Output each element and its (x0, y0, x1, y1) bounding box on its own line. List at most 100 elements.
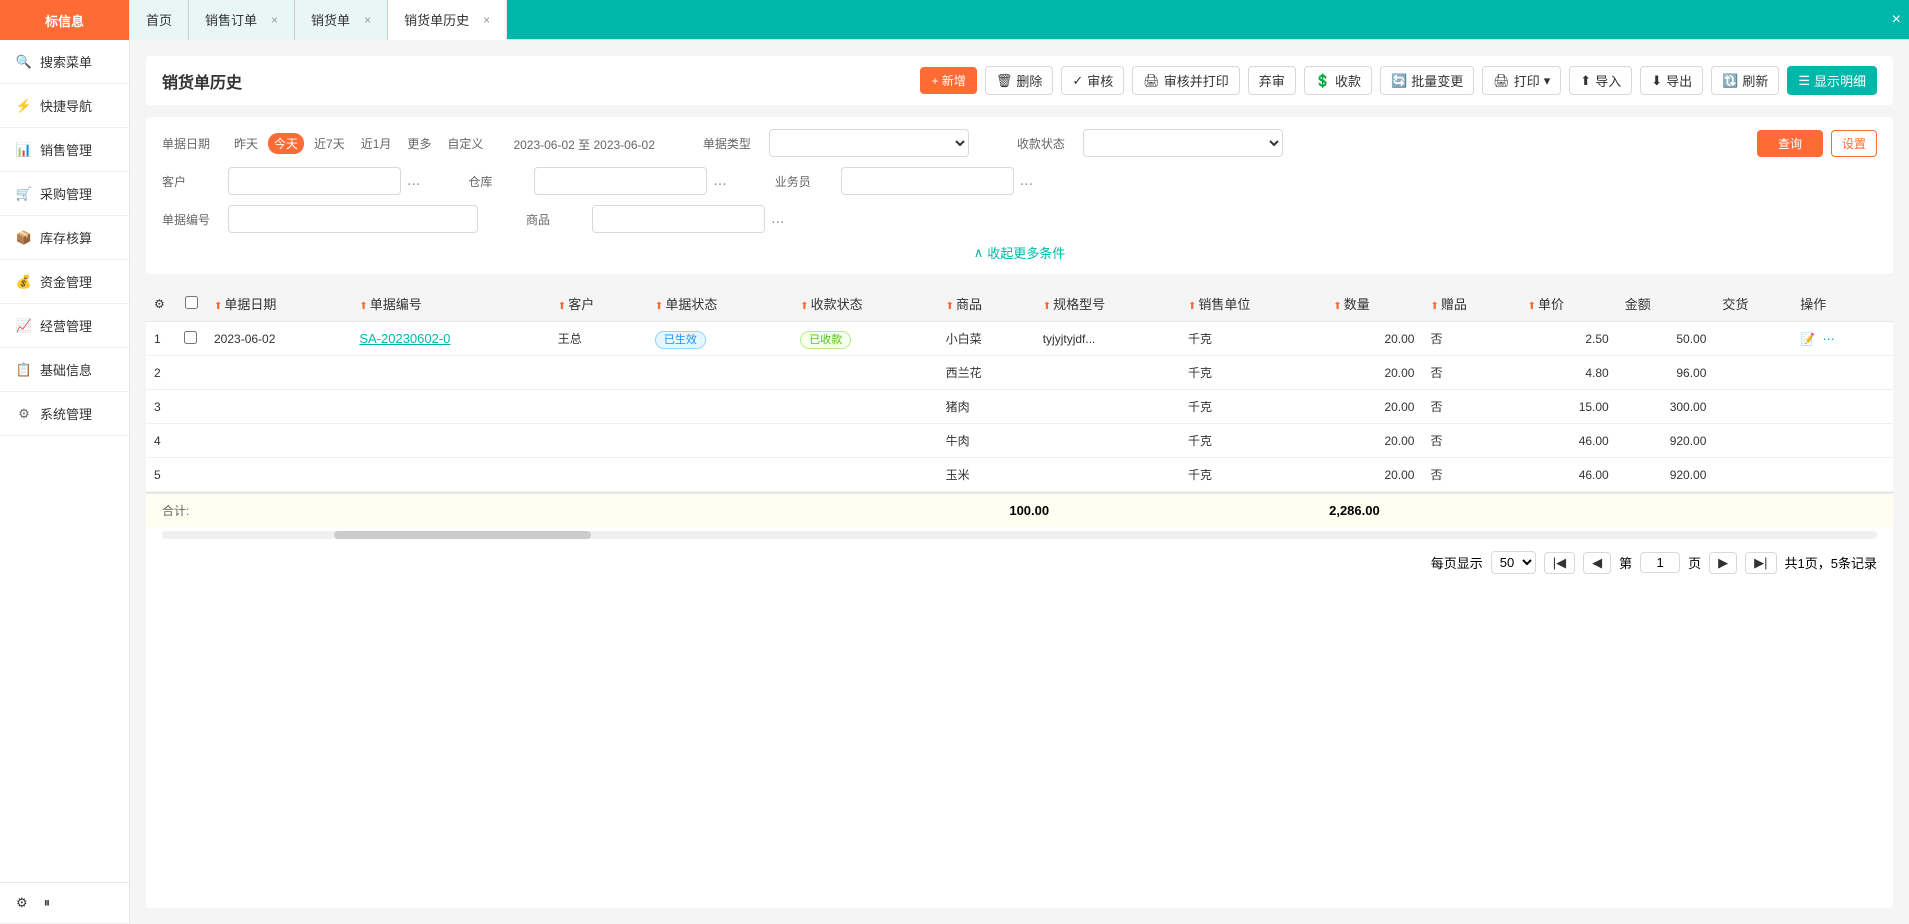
tab-close-sales-delivery[interactable]: × (364, 13, 371, 27)
collect-button[interactable]: 💲 收款 (1304, 66, 1372, 95)
sidebar-item-quick-nav[interactable]: ⚡ 快捷导航 (0, 84, 129, 128)
cell-unit-price: 2.50 (1520, 322, 1617, 356)
col-goods[interactable]: ⬆商品 (938, 286, 1035, 322)
tab-sales-order[interactable]: 销售订单 × (189, 0, 295, 40)
cell-customer (550, 390, 647, 424)
filter-area: 单据日期 昨天 今天 近7天 近1月 更多 自定义 2023-06-02 至 2… (146, 117, 1893, 274)
refresh-button[interactable]: 🔃 刷新 (1711, 66, 1779, 95)
tab-bar: 首页 销售订单 × 销货单 × 销货单历史 × × (130, 0, 1909, 40)
last-page-button[interactable]: ▶| (1745, 552, 1776, 574)
show-detail-button[interactable]: ☰ 显示明细 (1787, 66, 1877, 95)
goods-input[interactable] (592, 205, 765, 233)
abandon-button[interactable]: 弃审 (1248, 66, 1296, 95)
tab-close-sales-order[interactable]: × (271, 13, 278, 27)
prev-page-button[interactable]: ◀ (1583, 552, 1611, 574)
edit-icon[interactable]: 📝 (1800, 332, 1815, 346)
doc-type-select[interactable] (769, 129, 969, 157)
page-number-input[interactable] (1640, 552, 1680, 573)
cell-index: 1 (146, 322, 176, 356)
horizontal-scrollbar[interactable] (162, 531, 1877, 539)
audit-print-button[interactable]: 🖨 审核并打印 (1132, 66, 1240, 95)
sidebar-item-purchase-mgmt[interactable]: 🛒 采购管理 (0, 172, 129, 216)
more-icon[interactable]: ⋯ (1823, 332, 1835, 346)
col-unit[interactable]: ⬆销售单位 (1180, 286, 1325, 322)
cell-customer (550, 424, 647, 458)
shortcut-yesterday[interactable]: 昨天 (228, 133, 264, 154)
col-unit-price[interactable]: ⬆单价 (1520, 286, 1617, 322)
window-close-btn[interactable]: × (1884, 9, 1909, 31)
shortcut-custom[interactable]: 自定义 (441, 133, 489, 154)
cell-index: 3 (146, 390, 176, 424)
col-doc-date[interactable]: ⬆单据日期 (206, 286, 351, 322)
shortcut-7days[interactable]: 近7天 (308, 133, 351, 154)
select-all-checkbox[interactable] (185, 296, 198, 309)
col-customer[interactable]: ⬆客户 (550, 286, 647, 322)
first-page-button[interactable]: |◀ (1544, 552, 1575, 574)
warehouse-input[interactable] (534, 167, 707, 195)
doc-number-label: 单据编号 (162, 211, 222, 228)
cell-collect-status (792, 390, 937, 424)
delete-button[interactable]: 🗑 删除 (985, 66, 1054, 95)
data-table: ⚙ ⬆单据日期 ⬆单据编号 ⬆客户 ⬆单据状态 ⬆收款状态 ⬆商品 ⬆规格型号 … (146, 286, 1893, 492)
col-doc-status[interactable]: ⬆单据状态 (647, 286, 792, 322)
filter-row-2: 客户 ... 仓库 ... 业务员 ... (162, 167, 1877, 195)
tab-home[interactable]: 首页 (130, 0, 189, 40)
tab-sales-delivery[interactable]: 销货单 × (295, 0, 388, 40)
salesperson-input[interactable] (841, 167, 1014, 195)
col-spec[interactable]: ⬆规格型号 (1035, 286, 1180, 322)
sidebar-item-inventory[interactable]: 📦 库存核算 (0, 216, 129, 260)
filter-warehouse: 仓库 ... (468, 167, 726, 195)
col-collect-status[interactable]: ⬆收款状态 (792, 286, 937, 322)
cell-goods: 西兰花 (938, 356, 1035, 390)
sidebar-bottom-gear[interactable]: ⚙ ⏸ (0, 883, 129, 924)
col-gear[interactable]: ⚙ (146, 286, 176, 322)
col-gift[interactable]: ⬆赠品 (1422, 286, 1519, 322)
import-icon: ⬆ (1580, 73, 1591, 89)
col-quantity[interactable]: ⬆数量 (1325, 286, 1422, 322)
query-button[interactable]: 查询 (1757, 130, 1823, 157)
next-page-button[interactable]: ▶ (1709, 552, 1737, 574)
cell-spec (1035, 424, 1180, 458)
sidebar-item-basic-info[interactable]: 📋 基础信息 (0, 348, 129, 392)
cell-goods: 小白菜 (938, 322, 1035, 356)
goods-dots[interactable]: ... (771, 210, 784, 228)
scrollbar-thumb[interactable] (334, 531, 591, 539)
tab-close-history[interactable]: × (483, 13, 490, 27)
filter-collect-status: 收款状态 (1017, 129, 1283, 157)
sidebar-item-search-menu[interactable]: 🔍 搜索菜单 (0, 40, 129, 84)
cell-transaction (1714, 322, 1792, 356)
cell-transaction (1714, 424, 1792, 458)
sidebar-item-operations[interactable]: 📈 经营管理 (0, 304, 129, 348)
print-icon: 🖨 (1493, 73, 1510, 89)
export-button[interactable]: ⬇ 导出 (1640, 66, 1703, 95)
row-checkbox[interactable] (184, 331, 197, 344)
tab-sales-delivery-history[interactable]: 销货单历史 × (388, 0, 507, 40)
customer-dots[interactable]: ... (407, 172, 420, 190)
sidebar-item-sales-mgmt[interactable]: 📊 销售管理 (0, 128, 129, 172)
batch-change-button[interactable]: 🔄 批量变更 (1380, 66, 1474, 95)
shortcut-1month[interactable]: 近1月 (355, 133, 398, 154)
per-page-select[interactable]: 50 (1491, 551, 1536, 574)
cell-quantity: 20.00 (1325, 322, 1422, 356)
salesperson-dots[interactable]: ... (1020, 172, 1033, 190)
cell-unit: 千克 (1180, 322, 1325, 356)
settings-button[interactable]: 设置 (1831, 130, 1877, 157)
doc-number-input[interactable] (228, 205, 478, 233)
shortcut-more[interactable]: 更多 (401, 133, 437, 154)
collect-status-select[interactable] (1083, 129, 1283, 157)
shortcut-today[interactable]: 今天 (268, 133, 304, 154)
cell-doc-number[interactable]: SA-20230602-0 (351, 322, 549, 356)
collapse-button[interactable]: ∧ 收起更多条件 (162, 243, 1877, 262)
collect-status-label: 收款状态 (1017, 135, 1077, 152)
print-button[interactable]: 🖨 打印 ▾ (1482, 66, 1561, 95)
sidebar-item-finance[interactable]: 💰 资金管理 (0, 260, 129, 304)
new-button[interactable]: + 新增 (920, 67, 976, 94)
customer-input[interactable] (228, 167, 401, 195)
audit-button[interactable]: ✓ 审核 (1061, 66, 1124, 95)
warehouse-dots[interactable]: ... (713, 172, 726, 190)
col-doc-number[interactable]: ⬆单据编号 (351, 286, 549, 322)
sidebar-item-sys-mgmt[interactable]: ⚙ 系统管理 (0, 392, 129, 436)
pagination: 每页显示 50 |◀ ◀ 第 页 ▶ ▶| 共1页，5条记录 (146, 543, 1893, 582)
cell-quantity: 20.00 (1325, 424, 1422, 458)
import-button[interactable]: ⬆ 导入 (1569, 66, 1632, 95)
